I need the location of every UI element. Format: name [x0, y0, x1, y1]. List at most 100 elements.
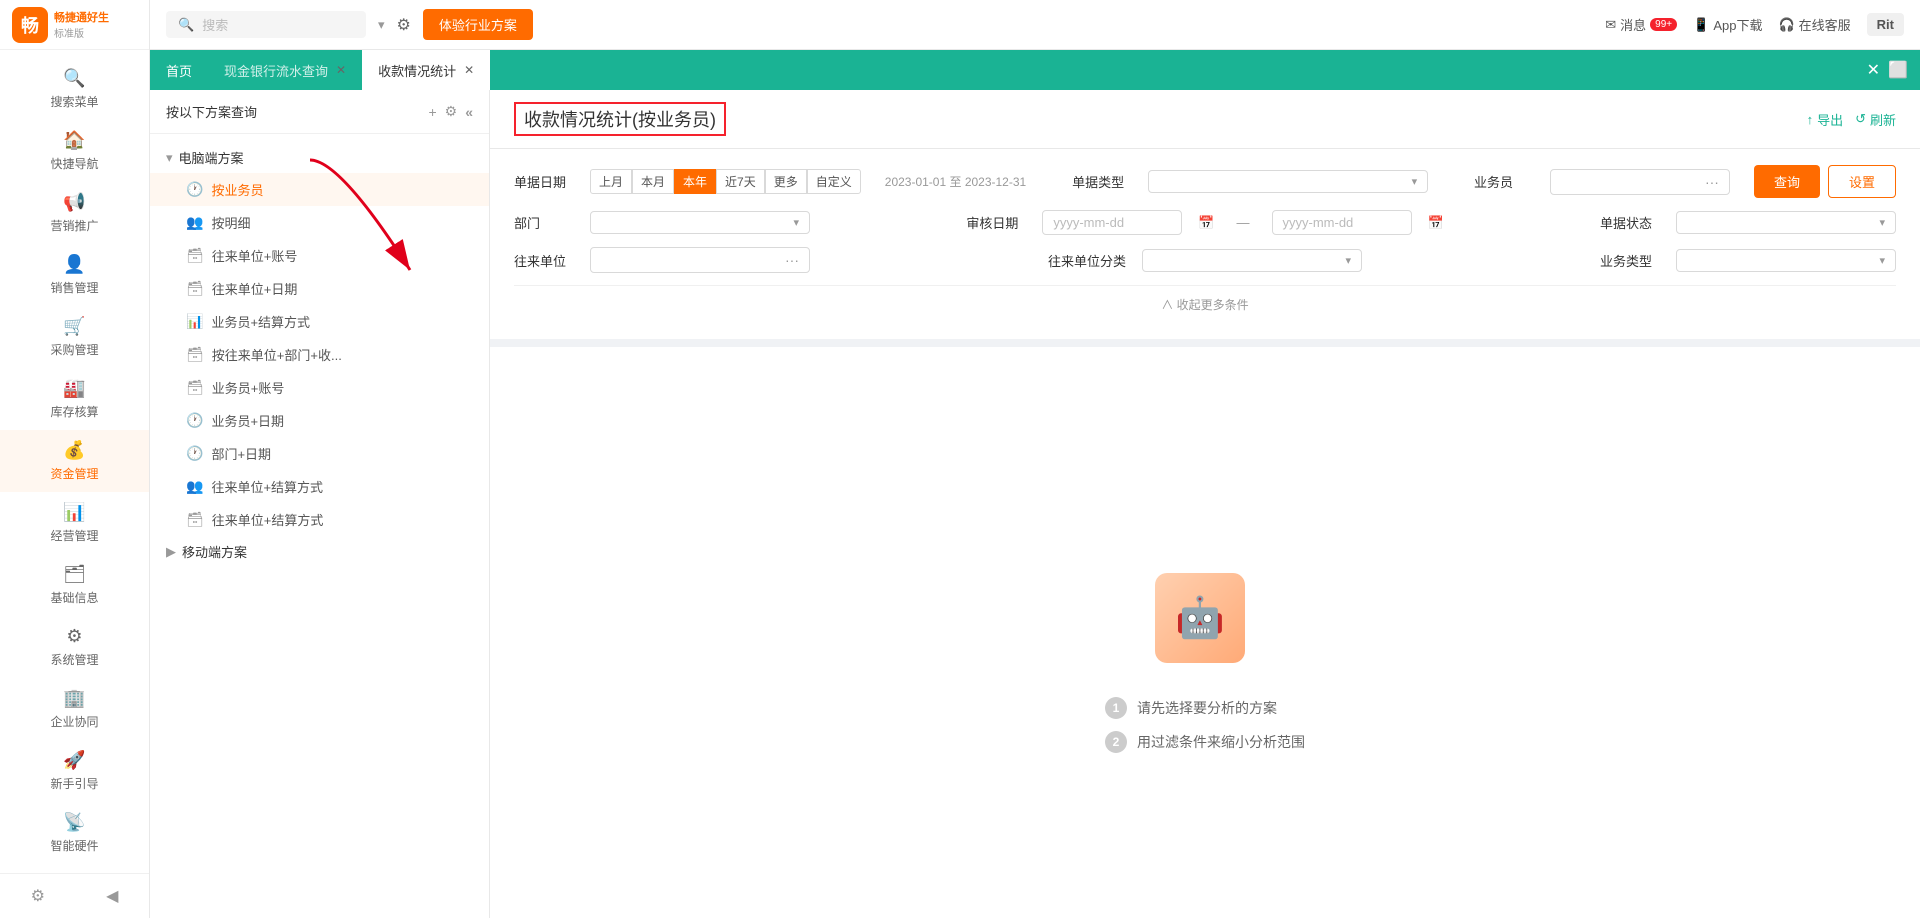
header-actions: ✉ 消息 99+ 📱 App下载 🎧 在线客服 Rit [1605, 13, 1904, 36]
date-btn-this-year[interactable]: 本年 [674, 169, 716, 194]
counterpart-select[interactable]: ··· [590, 247, 810, 273]
mobile-group-arrow: ▶ [166, 544, 176, 560]
dept-select[interactable]: ▾ [590, 211, 810, 234]
header-gear-btn[interactable]: ⚙ [397, 15, 411, 35]
desktop-group-arrow: ▾ [166, 150, 173, 166]
sidebar-item-search[interactable]: 🔍 搜索菜单 [0, 58, 149, 120]
left-panel-title: 按以下方案查询 [166, 102, 257, 121]
settings-footer-btn[interactable]: ⚙ [31, 886, 45, 906]
doc-status-label: 单据状态 [1600, 213, 1660, 232]
salesperson-dots-icon[interactable]: ··· [1705, 174, 1719, 190]
sidebar-item-marketing[interactable]: 📢 营销推广 [0, 182, 149, 244]
data-area: 🤖 1 请先选择要分析的方案 2 用过滤条件来缩小分析范围 [490, 347, 1920, 918]
sidebar-item-basic[interactable]: 🗂 基础信息 [0, 554, 149, 616]
review-date-end[interactable]: yyyy-mm-dd [1272, 210, 1412, 235]
header-search-bar[interactable]: 🔍 搜索 [166, 11, 366, 38]
date-btn-7days[interactable]: 近7天 [716, 169, 765, 194]
left-panel-action-btns: + ⚙ « [428, 103, 473, 120]
empty-step-1: 1 请先选择要分析的方案 [1105, 697, 1305, 719]
scheme-item-unit-settle2[interactable]: 🗃 往来单位+结算方式 [150, 503, 489, 536]
message-icon: ✉ [1605, 17, 1616, 33]
header-dropdown-icon[interactable]: ▾ [378, 17, 385, 33]
review-date-start[interactable]: yyyy-mm-dd [1042, 210, 1182, 235]
tab-maximize-icon[interactable]: ⬜ [1888, 60, 1908, 80]
doc-status-select[interactable]: ▾ [1676, 211, 1896, 234]
basic-icon: 🗂 [63, 564, 86, 585]
scheme-item-dept-date[interactable]: 🕐 部门+日期 [150, 437, 489, 470]
collapse-panel-btn[interactable]: « [465, 104, 473, 120]
date-btn-more[interactable]: 更多 [765, 169, 807, 194]
scheme-item-salesperson-date[interactable]: 🕐 业务员+日期 [150, 404, 489, 437]
tab-close-bank-flow[interactable]: ✕ [336, 63, 346, 77]
message-action[interactable]: ✉ 消息 99+ [1605, 15, 1677, 34]
corp-icon: 🏢 [63, 688, 85, 709]
scheme-item-unit-date[interactable]: 🗃 往来单位+日期 [150, 272, 489, 305]
scheme-item-salesperson-settle[interactable]: 📊 业务员+结算方式 [150, 305, 489, 338]
scheme-item-by-salesperson[interactable]: 🕐 按业务员 [150, 173, 489, 206]
calendar-start-icon[interactable]: 📅 [1198, 215, 1214, 231]
service-icon: 🎧 [1778, 17, 1794, 33]
page-title-actions: ↑ 导出 ↺ 刷新 [1807, 110, 1896, 129]
scheme-icon-unit-settle2: 🗃 [186, 511, 204, 528]
sidebar-item-sales[interactable]: 👤 销售管理 [0, 244, 149, 306]
scheme-settings-btn[interactable]: ⚙ [445, 103, 458, 120]
counterpart-dots-icon[interactable]: ··· [785, 252, 799, 268]
sidebar-item-system[interactable]: ⚙ 系统管理 [0, 616, 149, 678]
filter-row-3: 往来单位 ··· 往来单位分类 ▾ 业务类型 [514, 247, 1896, 273]
app-download-action[interactable]: 📱 App下载 [1693, 15, 1762, 34]
home-icon: 🏠 [63, 130, 85, 151]
sidebar-item-finance[interactable]: 💰 资金管理 [0, 430, 149, 492]
calendar-end-icon[interactable]: 📅 [1428, 215, 1444, 231]
scheme-item-unit-settle1[interactable]: 👥 往来单位+结算方式 [150, 470, 489, 503]
sidebar-item-hardware[interactable]: 📡 智能硬件 [0, 802, 149, 864]
collapse-sidebar-btn[interactable]: ◀ [106, 886, 118, 906]
scheme-icon-dept-date: 🕐 [186, 445, 203, 462]
tab-close-receipt-stats[interactable]: ✕ [464, 63, 474, 77]
counterpart-type-select[interactable]: ▾ [1142, 249, 1362, 272]
salesperson-select[interactable]: ··· [1550, 169, 1730, 195]
collapse-more-conditions[interactable]: ∧ 收起更多条件 [514, 285, 1896, 323]
date-btn-last-month[interactable]: 上月 [590, 169, 632, 194]
tab-close-all-icon[interactable]: ✕ [1867, 60, 1880, 80]
add-scheme-btn[interactable]: + [428, 104, 436, 120]
biz-type-select[interactable]: ▾ [1676, 249, 1896, 272]
sidebar-item-quicknav[interactable]: 🏠 快捷导航 [0, 120, 149, 182]
scheme-icon-unit-account: 🗃 [186, 247, 204, 264]
scheme-item-unit-dept[interactable]: 🗃 按往来单位+部门+收... [150, 338, 489, 371]
export-btn[interactable]: ↑ 导出 [1807, 110, 1844, 129]
scheme-item-by-detail[interactable]: 👥 按明细 [150, 206, 489, 239]
scheme-item-salesperson-account[interactable]: 🗃 业务员+账号 [150, 371, 489, 404]
date-btn-this-month[interactable]: 本月 [632, 169, 674, 194]
date-label: 单据日期 [514, 172, 574, 191]
date-btn-custom[interactable]: 自定义 [807, 169, 861, 194]
tab-receipt-stats[interactable]: 收款情况统计 ✕ [362, 50, 490, 90]
tab-home[interactable]: 首页 [150, 50, 208, 90]
query-btn[interactable]: 查询 [1754, 165, 1820, 198]
sidebar-item-wechat[interactable]: 💬 企业微信 [0, 864, 149, 873]
sidebar-item-guide[interactable]: 🚀 新手引导 [0, 740, 149, 802]
biz-type-label: 业务类型 [1600, 251, 1660, 270]
user-avatar-action[interactable]: Rit [1867, 13, 1904, 36]
hardware-icon: 📡 [63, 812, 85, 833]
online-service-action[interactable]: 🎧 在线客服 [1778, 15, 1850, 34]
sidebar-item-operation[interactable]: 📊 经营管理 [0, 492, 149, 554]
counterpart-type-arrow-icon: ▾ [1345, 254, 1351, 267]
setting-btn[interactable]: 设置 [1828, 165, 1896, 198]
page-title-bar: 收款情况统计(按业务员) ↑ 导出 ↺ 刷新 [490, 90, 1920, 149]
refresh-btn[interactable]: ↺ 刷新 [1855, 110, 1896, 129]
sidebar-item-inventory[interactable]: 🏭 库存核算 [0, 368, 149, 430]
desktop-group-header[interactable]: ▾ 电脑端方案 [150, 142, 489, 173]
scheme-icon-unit-date: 🗃 [186, 280, 204, 297]
left-panel: 按以下方案查询 + ⚙ « ▾ 电脑端方案 🕐 按业务员 [150, 90, 490, 918]
dept-arrow-icon: ▾ [793, 216, 799, 229]
sidebar-item-corp[interactable]: 🏢 企业协同 [0, 678, 149, 740]
trial-btn[interactable]: 体验行业方案 [423, 9, 533, 40]
mobile-group-header[interactable]: ▶ 移动端方案 [150, 536, 489, 567]
doc-type-select[interactable]: ▾ [1148, 170, 1428, 193]
top-header: 🔍 搜索 ▾ ⚙ 体验行业方案 ✉ 消息 99+ 📱 App下载 🎧 [150, 0, 1920, 50]
tab-bank-flow[interactable]: 现金银行流水查询 ✕ [208, 50, 362, 90]
sidebar-item-purchase[interactable]: 🛒 采购管理 [0, 306, 149, 368]
filter-row-1: 单据日期 上月 本月 本年 近7天 更多 自定义 2023-01-01 至 20… [514, 165, 1896, 198]
guide-icon: 🚀 [63, 750, 85, 771]
scheme-item-unit-account[interactable]: 🗃 往来单位+账号 [150, 239, 489, 272]
